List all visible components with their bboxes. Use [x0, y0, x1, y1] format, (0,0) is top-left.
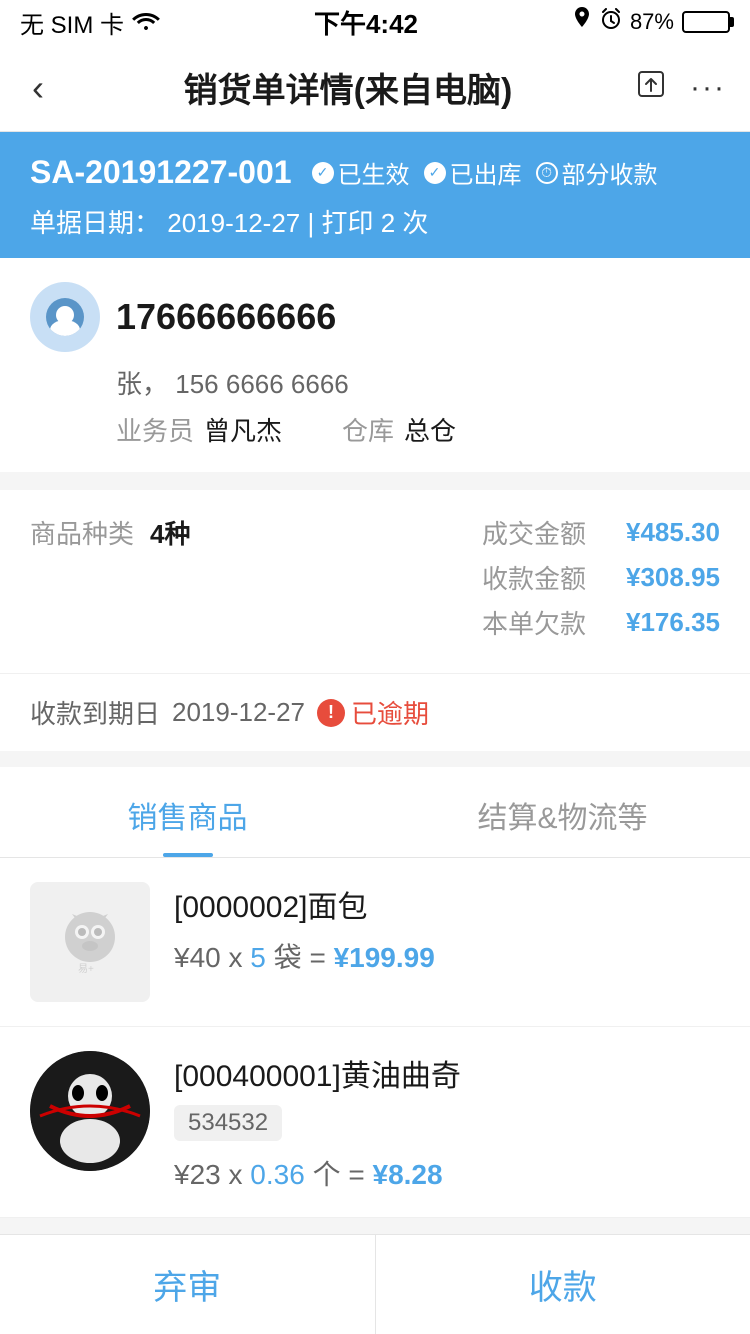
- svg-text:易+: 易+: [78, 963, 94, 975]
- collect-payment-button[interactable]: 收款: [376, 1235, 750, 1334]
- order-id: SA-20191227-001: [30, 154, 292, 191]
- product-info-2: [000400001]黄油曲奇 534532 ¥23 x 0.36 个 = ¥8…: [174, 1051, 720, 1193]
- salesperson-info: 业务员 曾凡杰: [116, 411, 282, 448]
- customer-phone: 17666666666: [116, 296, 336, 338]
- received-amount-label: 收款金额: [482, 559, 586, 596]
- product-img-ninja: [30, 1051, 150, 1171]
- tabs-section: 销售商品 结算&物流等: [0, 767, 750, 858]
- share-icon[interactable]: [636, 69, 666, 107]
- customer-name-phone: 张， 156 6666 6666: [30, 364, 720, 401]
- received-amount-value: ¥308.95: [626, 562, 720, 593]
- product-image-1: 易+: [30, 882, 150, 1002]
- stats-section: 商品种类 4种 成交金额 ¥485.30 收款金额 ¥308.95 本单欠款 ¥…: [0, 490, 750, 673]
- order-date-row: 单据日期： 2019-12-27 | 打印 2 次: [30, 203, 720, 240]
- status-bar: 无 SIM 卡 下午4:42 87%: [0, 0, 750, 44]
- received-amount-row: 收款金额 ¥308.95: [482, 559, 720, 596]
- more-icon[interactable]: ···: [690, 71, 726, 105]
- print-suffix: 次: [402, 208, 428, 238]
- avatar-icon: [46, 298, 84, 336]
- abandon-review-button[interactable]: 弃审: [0, 1235, 376, 1334]
- order-date: 2019-12-27: [167, 208, 300, 238]
- separator: |: [307, 208, 321, 238]
- date-label: 单据日期：: [30, 208, 160, 238]
- status-effective: ✓ 已生效: [312, 155, 410, 190]
- battery-icon: [682, 11, 730, 33]
- page-title: 销货单详情(来自电脑): [60, 63, 636, 112]
- product-item-2: [000400001]黄油曲奇 534532 ¥23 x 0.36 个 = ¥8…: [0, 1027, 750, 1218]
- bottom-bar: 弃审 收款: [0, 1234, 750, 1334]
- product-name-2: [000400001]黄油曲奇: [174, 1051, 720, 1095]
- warehouse-value: 总仓: [404, 411, 456, 448]
- customer-section: 17666666666 张， 156 6666 6666 业务员 曾凡杰 仓库 …: [0, 258, 750, 472]
- product-unit-2: 个: [313, 1159, 341, 1190]
- location-icon: [572, 7, 592, 37]
- product-types-row: 商品种类 4种: [30, 514, 190, 551]
- owed-amount-label: 本单欠款: [482, 604, 586, 641]
- owed-amount-value: ¥176.35: [626, 607, 720, 638]
- owed-amount-row: 本单欠款 ¥176.35: [482, 604, 720, 641]
- product-item: 易+ [0000002]面包 ¥40 x 5 袋 = ¥199.99: [0, 858, 750, 1027]
- check-effective-icon: ✓: [312, 162, 334, 184]
- salesperson-label: 业务员: [116, 411, 194, 448]
- product-batch-2: 534532: [174, 1105, 282, 1141]
- due-label: 收款到期日: [30, 694, 160, 731]
- product-image-2: [30, 1051, 150, 1171]
- overdue-badge: ! 已逾期: [317, 694, 429, 731]
- product-price-row-2: ¥23 x 0.36 个 = ¥8.28: [174, 1153, 720, 1193]
- alarm-icon: [600, 8, 622, 36]
- salesperson-value: 曾凡杰: [204, 411, 282, 448]
- wifi-icon: [132, 8, 160, 37]
- product-name-1: [0000002]面包: [174, 882, 720, 926]
- product-unit-price-2: ¥23: [174, 1159, 221, 1190]
- product-price-row-1: ¥40 x 5 袋 = ¥199.99: [174, 936, 720, 976]
- carrier-label: 无 SIM 卡: [20, 5, 124, 40]
- products-section: 易+ [0000002]面包 ¥40 x 5 袋 = ¥199.99: [0, 858, 750, 1218]
- product-total-2: ¥8.28: [373, 1159, 443, 1190]
- divider-1: [0, 474, 750, 490]
- stats-right: 成交金额 ¥485.30 收款金额 ¥308.95 本单欠款 ¥176.35: [482, 514, 720, 649]
- tab-sales-products[interactable]: 销售商品: [0, 767, 375, 857]
- customer-row: 17666666666: [30, 282, 720, 352]
- product-qty-2: 0.36: [250, 1159, 305, 1190]
- trading-amount-value: ¥485.30: [626, 517, 720, 548]
- status-left: 无 SIM 卡: [20, 5, 160, 40]
- status-shipped: ✓ 已出库: [424, 155, 522, 190]
- check-shipped-icon: ✓: [424, 162, 446, 184]
- trading-amount-label: 成交金额: [482, 514, 586, 551]
- nav-right-actions: ···: [636, 69, 726, 107]
- stats-left: 商品种类 4种: [30, 514, 190, 555]
- battery-percent: 87%: [630, 9, 674, 35]
- warehouse-label: 仓库: [342, 411, 394, 448]
- order-status-tags: ✓ 已生效 ✓ 已出库 ⏱ 部分收款: [312, 155, 658, 190]
- print-count: 2: [381, 208, 395, 238]
- status-time: 下午4:42: [314, 4, 418, 41]
- status-right: 87%: [572, 7, 730, 37]
- nav-bar: ‹ 销货单详情(来自电脑) ···: [0, 44, 750, 132]
- warehouse-info: 仓库 总仓: [342, 411, 456, 448]
- avatar: [30, 282, 100, 352]
- clock-partial-icon: ⏱: [536, 162, 558, 184]
- overdue-text: 已逾期: [351, 694, 429, 731]
- stats-row: 商品种类 4种 成交金额 ¥485.30 收款金额 ¥308.95 本单欠款 ¥…: [30, 514, 720, 649]
- tabs-row: 销售商品 结算&物流等: [0, 767, 750, 857]
- status-partial-payment: ⏱ 部分收款: [536, 155, 658, 190]
- back-button[interactable]: ‹: [24, 59, 52, 117]
- product-placeholder-owl: 易+: [50, 902, 130, 982]
- due-date-value: 2019-12-27: [172, 697, 305, 728]
- tab-settlement-logistics[interactable]: 结算&物流等: [375, 767, 750, 857]
- product-info-1: [0000002]面包 ¥40 x 5 袋 = ¥199.99: [174, 882, 720, 976]
- order-header: SA-20191227-001 ✓ 已生效 ✓ 已出库 ⏱ 部分收款 单据日期：…: [0, 132, 750, 258]
- product-unit-1: 袋: [274, 942, 302, 973]
- customer-meta: 业务员 曾凡杰 仓库 总仓: [30, 411, 720, 448]
- product-qty-1: 5: [250, 942, 266, 973]
- trading-amount-row: 成交金额 ¥485.30: [482, 514, 720, 551]
- product-types-value: 4种: [150, 514, 190, 551]
- overdue-icon: !: [317, 699, 345, 727]
- print-label: 打印: [321, 208, 373, 238]
- product-types-label: 商品种类: [30, 514, 134, 551]
- product-total-1: ¥199.99: [334, 942, 435, 973]
- due-date-section: 收款到期日 2019-12-27 ! 已逾期: [0, 673, 750, 751]
- product-unit-price-1: ¥40: [174, 942, 221, 973]
